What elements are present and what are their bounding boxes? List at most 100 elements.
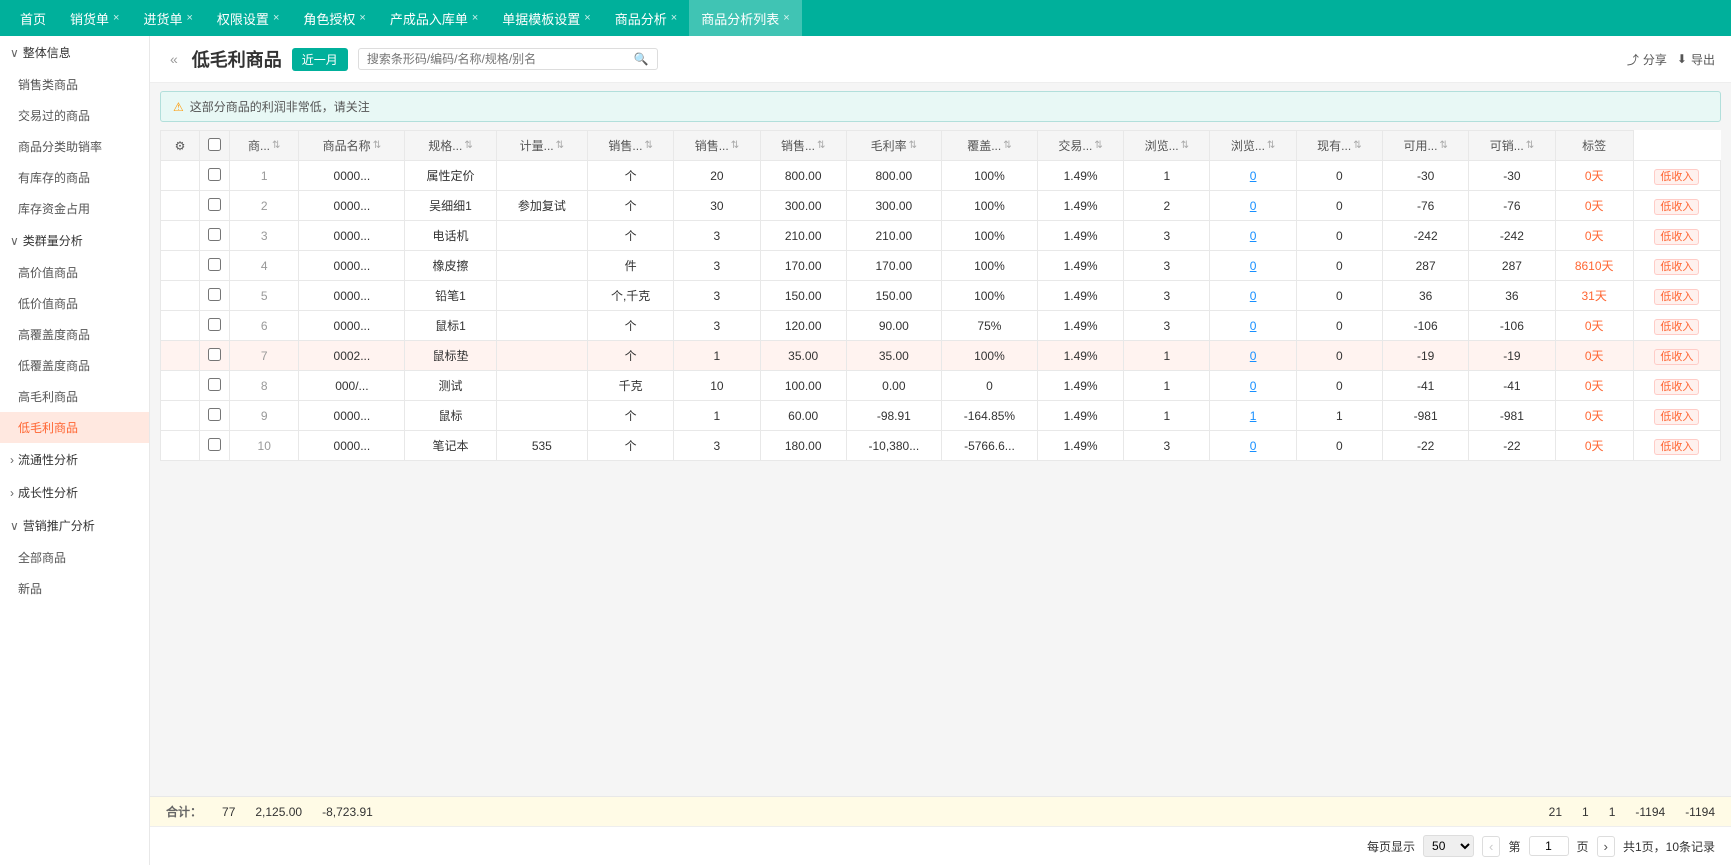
col-gross-rate[interactable]: 毛利率⇅ xyxy=(846,131,941,161)
sidebar-group-cluster[interactable]: ∨ 类群量分析 xyxy=(0,224,149,257)
col-sales-profit[interactable]: 销售...⇅ xyxy=(760,131,846,161)
nav-template-settings[interactable]: 单据模板设置 × xyxy=(490,0,602,36)
row-checkbox[interactable] xyxy=(208,318,221,331)
row-views1-cell[interactable]: 0 xyxy=(1210,161,1296,191)
sidebar-item-low-margin[interactable]: 低毛利商品 xyxy=(0,412,149,443)
col-name[interactable]: 商品名称⇅ xyxy=(299,131,405,161)
close-icon[interactable]: × xyxy=(186,12,192,24)
close-icon[interactable]: × xyxy=(671,12,677,24)
row-checkbox-cell[interactable] xyxy=(200,401,230,431)
col-unit[interactable]: 计量...⇅ xyxy=(496,131,587,161)
close-icon[interactable]: × xyxy=(584,12,590,24)
col-sales-qty[interactable]: 销售...⇅ xyxy=(588,131,674,161)
sidebar-item-new-goods[interactable]: 新品 xyxy=(0,573,149,604)
sidebar-group-growth[interactable]: › 成长性分析 xyxy=(0,476,149,509)
row-checkbox-cell[interactable] xyxy=(200,281,230,311)
row-views1-cell[interactable]: 0 xyxy=(1210,251,1296,281)
views1-link[interactable]: 0 xyxy=(1250,229,1257,243)
close-icon[interactable]: × xyxy=(273,12,279,24)
row-checkbox[interactable] xyxy=(208,228,221,241)
row-checkbox-cell[interactable] xyxy=(200,341,230,371)
col-saleable[interactable]: 可销...⇅ xyxy=(1469,131,1555,161)
row-checkbox[interactable] xyxy=(208,438,221,451)
nav-product-analysis[interactable]: 商品分析 × xyxy=(603,0,689,36)
col-current-stock[interactable]: 现有...⇅ xyxy=(1296,131,1382,161)
row-checkbox-cell[interactable] xyxy=(200,161,230,191)
row-views1-cell[interactable]: 0 xyxy=(1210,221,1296,251)
sidebar-item-high-margin[interactable]: 高毛利商品 xyxy=(0,381,149,412)
close-icon[interactable]: × xyxy=(113,12,119,24)
views1-link[interactable]: 0 xyxy=(1250,349,1257,363)
sidebar-group-overall[interactable]: ∨ 整体信息 xyxy=(0,36,149,69)
row-checkbox-cell[interactable] xyxy=(200,251,230,281)
sidebar-item-high-coverage[interactable]: 高覆盖度商品 xyxy=(0,319,149,350)
close-icon[interactable]: × xyxy=(783,12,789,24)
sidebar-group-circulation[interactable]: › 流通性分析 xyxy=(0,443,149,476)
col-transactions[interactable]: 交易...⇅ xyxy=(1037,131,1123,161)
row-views1-cell[interactable]: 0 xyxy=(1210,311,1296,341)
next-page-button[interactable]: › xyxy=(1597,836,1615,857)
row-checkbox-cell[interactable] xyxy=(200,431,230,461)
views1-link[interactable]: 0 xyxy=(1250,199,1257,213)
views1-link[interactable]: 0 xyxy=(1250,169,1257,183)
col-settings[interactable]: ⚙ xyxy=(161,131,200,161)
row-checkbox[interactable] xyxy=(208,288,221,301)
sidebar-item-all-goods[interactable]: 全部商品 xyxy=(0,542,149,573)
nav-product-storage[interactable]: 产成品入库单 × xyxy=(378,0,490,36)
col-views1[interactable]: 浏览...⇅ xyxy=(1124,131,1210,161)
col-available[interactable]: 可用...⇅ xyxy=(1383,131,1469,161)
views1-link[interactable]: 0 xyxy=(1250,289,1257,303)
row-checkbox[interactable] xyxy=(208,198,221,211)
views1-link[interactable]: 1 xyxy=(1250,409,1257,423)
close-icon[interactable]: × xyxy=(359,12,365,24)
row-checkbox-cell[interactable] xyxy=(200,371,230,401)
sidebar-item-in-stock[interactable]: 有库存的商品 xyxy=(0,162,149,193)
views1-link[interactable]: 0 xyxy=(1250,379,1257,393)
row-checkbox-cell[interactable] xyxy=(200,221,230,251)
per-page-select[interactable]: 50 100 xyxy=(1423,835,1474,857)
close-icon[interactable]: × xyxy=(472,12,478,24)
select-all-checkbox[interactable] xyxy=(208,138,221,151)
col-coverage[interactable]: 覆盖...⇅ xyxy=(941,131,1037,161)
col-sales-price[interactable]: 销售...⇅ xyxy=(674,131,760,161)
collapse-sidebar-button[interactable]: « xyxy=(166,51,182,67)
views1-link[interactable]: 0 xyxy=(1250,319,1257,333)
sidebar-item-high-value[interactable]: 高价值商品 xyxy=(0,257,149,288)
page-number-input[interactable] xyxy=(1529,836,1569,856)
share-button[interactable]: ⤴ 分享 xyxy=(1627,51,1667,68)
row-views1-cell[interactable]: 0 xyxy=(1210,191,1296,221)
search-icon[interactable]: 🔍 xyxy=(634,52,649,66)
prev-page-button[interactable]: ‹ xyxy=(1482,836,1500,857)
col-select-all[interactable] xyxy=(200,131,230,161)
search-box[interactable]: 🔍 xyxy=(358,48,658,70)
nav-product-analysis-list[interactable]: 商品分析列表 × xyxy=(689,0,801,36)
sidebar-item-stock-capital[interactable]: 库存资金占用 xyxy=(0,193,149,224)
col-views2[interactable]: 浏览...⇅ xyxy=(1210,131,1296,161)
col-spec[interactable]: 规格...⇅ xyxy=(405,131,496,161)
export-button[interactable]: ⬇ 导出 xyxy=(1677,51,1715,68)
filter-recent-month-button[interactable]: 近一月 xyxy=(292,48,348,71)
nav-home[interactable]: 首页 xyxy=(8,0,58,36)
nav-sales-order[interactable]: 销货单 × xyxy=(58,0,131,36)
row-checkbox-cell[interactable] xyxy=(200,191,230,221)
views1-link[interactable]: 0 xyxy=(1250,259,1257,273)
row-views1-cell[interactable]: 0 xyxy=(1210,371,1296,401)
sidebar-item-traded-goods[interactable]: 交易过的商品 xyxy=(0,100,149,131)
col-tag[interactable]: 标签 xyxy=(1555,131,1633,161)
row-checkbox[interactable] xyxy=(208,168,221,181)
nav-permissions[interactable]: 权限设置 × xyxy=(205,0,291,36)
sidebar-item-low-value[interactable]: 低价值商品 xyxy=(0,288,149,319)
row-checkbox[interactable] xyxy=(208,378,221,391)
sidebar-group-marketing[interactable]: ∨ 营销推广分析 xyxy=(0,509,149,542)
nav-role-auth[interactable]: 角色授权 × xyxy=(291,0,377,36)
views1-link[interactable]: 0 xyxy=(1250,439,1257,453)
row-views1-cell[interactable]: 1 xyxy=(1210,401,1296,431)
row-views1-cell[interactable]: 0 xyxy=(1210,341,1296,371)
row-checkbox-cell[interactable] xyxy=(200,311,230,341)
row-checkbox[interactable] xyxy=(208,348,221,361)
row-views1-cell[interactable]: 0 xyxy=(1210,431,1296,461)
settings-icon[interactable]: ⚙ xyxy=(175,139,186,153)
row-checkbox[interactable] xyxy=(208,408,221,421)
table-container[interactable]: ⚙ 商...⇅ 商品名称⇅ 规格...⇅ 计量...⇅ 销售...⇅ 销售...… xyxy=(150,130,1731,796)
sidebar-item-low-coverage[interactable]: 低覆盖度商品 xyxy=(0,350,149,381)
